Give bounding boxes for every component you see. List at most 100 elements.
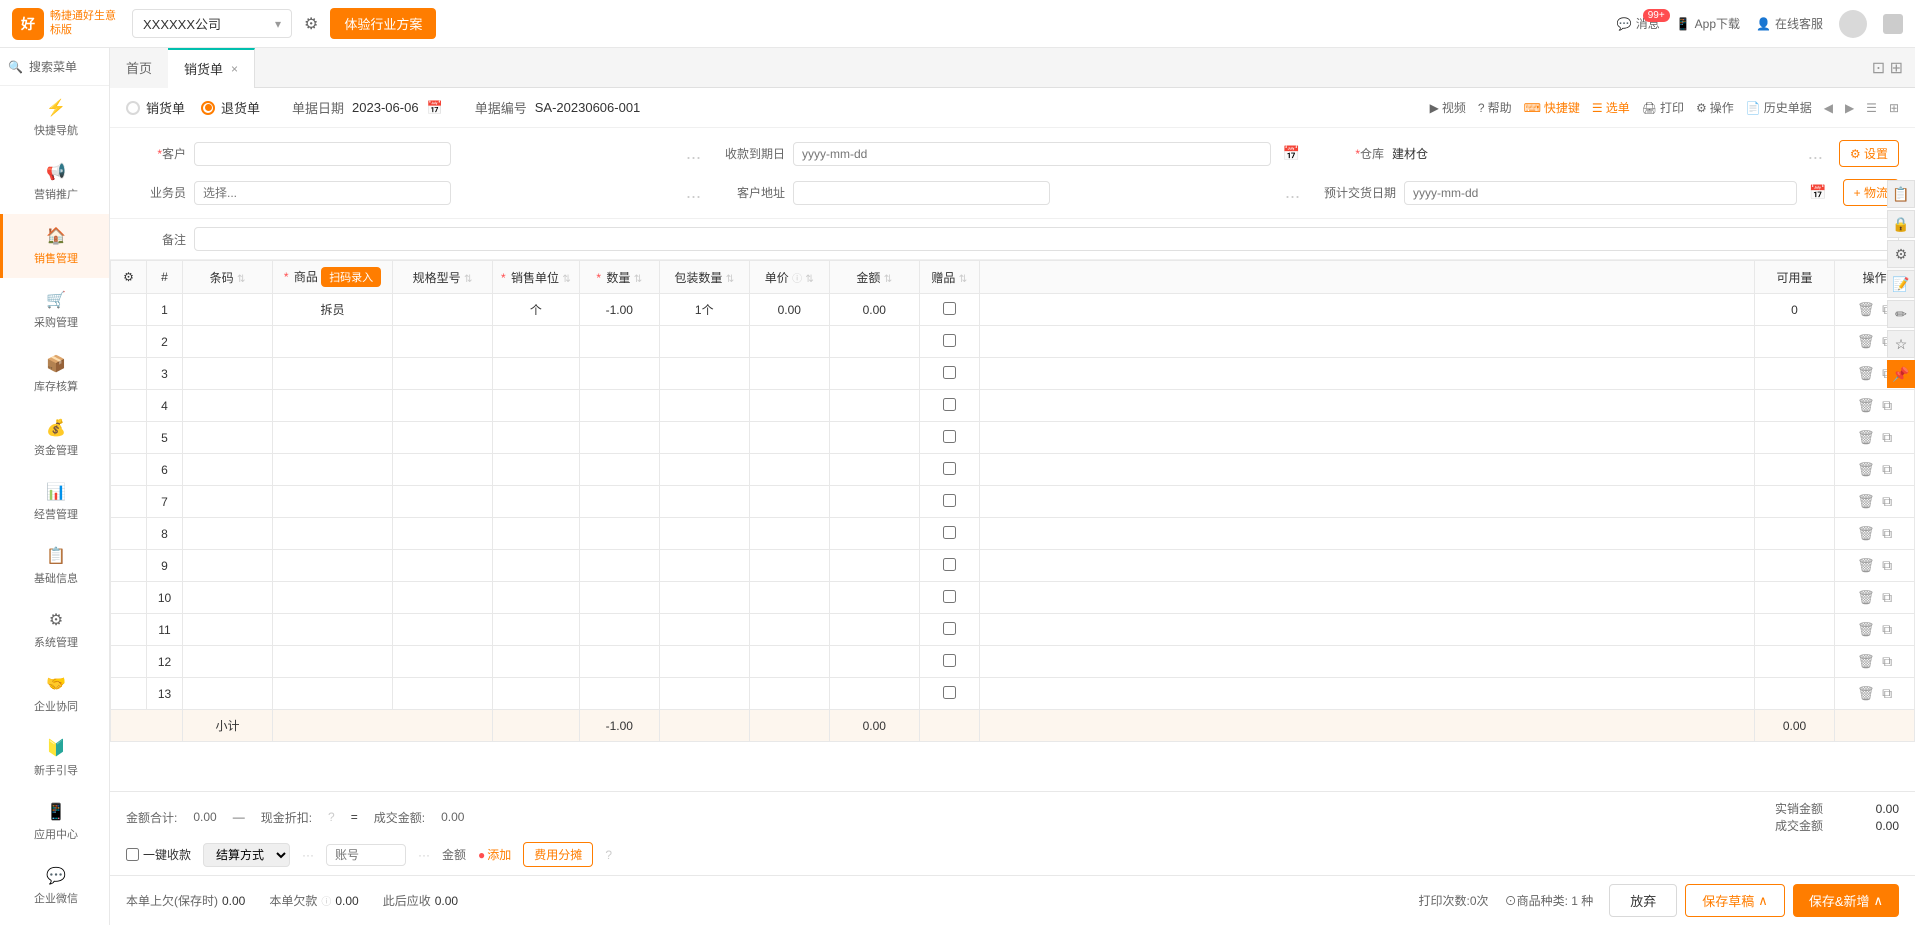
gift-checkbox-5[interactable] — [943, 462, 956, 475]
delete-btn-11[interactable]: 🗑 — [1855, 651, 1877, 672]
sidebar-item-app-center[interactable]: 📱 应用中心 — [0, 790, 109, 854]
delete-btn-7[interactable]: 🗑 — [1855, 523, 1877, 544]
float-tool-2[interactable]: 🔒 — [1887, 210, 1915, 238]
notes-input[interactable] — [194, 227, 1899, 251]
gift-checkbox-4[interactable] — [943, 430, 956, 443]
delete-btn-8[interactable]: 🗑 — [1855, 555, 1877, 576]
delete-btn-5[interactable]: 🗑 — [1855, 459, 1877, 480]
calendar-icon[interactable]: 📅 — [427, 100, 443, 116]
discard-button[interactable]: 放弃 — [1609, 884, 1677, 917]
th-settings[interactable]: ⚙ — [111, 261, 147, 294]
account-input[interactable] — [326, 844, 406, 866]
gift-checkbox-9[interactable] — [943, 590, 956, 603]
cell-barcode-7[interactable] — [183, 518, 273, 550]
delete-btn-0[interactable]: 🗑 — [1855, 299, 1877, 320]
cell-gift-10[interactable] — [919, 614, 979, 646]
calendar-payment-icon[interactable]: 📅 — [1283, 145, 1300, 162]
list-view-icon[interactable]: ☰ — [1866, 101, 1877, 115]
radio-return-order[interactable]: 退货单 — [201, 98, 260, 117]
float-tool-5[interactable]: ✏ — [1887, 300, 1915, 328]
settings-icon[interactable]: ⚙ — [304, 14, 318, 34]
sidebar-item-finance[interactable]: 💰 资金管理 — [0, 406, 109, 470]
tab-home[interactable]: 首页 — [110, 48, 168, 88]
message-button[interactable]: 💬 消息 99+ — [1617, 15, 1660, 32]
cell-gift-8[interactable] — [919, 550, 979, 582]
save-new-button[interactable]: 保存&新增 ∧ — [1793, 884, 1899, 917]
settlement-select[interactable]: 结算方式 — [203, 843, 290, 867]
tab-sales-order[interactable]: 销货单 × — [168, 48, 255, 88]
cell-gift-2[interactable] — [919, 358, 979, 390]
float-tool-7[interactable]: 📌 — [1887, 360, 1915, 388]
delete-btn-4[interactable]: 🗑 — [1855, 427, 1877, 448]
gift-checkbox-1[interactable] — [943, 334, 956, 347]
cell-gift-9[interactable] — [919, 582, 979, 614]
gift-checkbox-12[interactable] — [943, 686, 956, 699]
cell-barcode-3[interactable] — [183, 390, 273, 422]
delete-btn-10[interactable]: 🗑 — [1855, 619, 1877, 640]
history-btn[interactable]: 📄 历史单据 — [1746, 99, 1812, 116]
sidebar-search[interactable]: 🔍 搜索菜单 — [0, 48, 109, 86]
one-click-payment[interactable]: 一键收款 — [126, 846, 191, 863]
cell-barcode-5[interactable] — [183, 454, 273, 486]
cell-gift-7[interactable] — [919, 518, 979, 550]
save-draft-button[interactable]: 保存草稿 ∧ — [1685, 884, 1785, 917]
gift-checkbox-0[interactable] — [943, 302, 956, 315]
cell-barcode-12[interactable] — [183, 678, 273, 710]
cell-barcode-2[interactable] — [183, 358, 273, 390]
add-payment-button[interactable]: ● 添加 — [478, 846, 511, 863]
cell-barcode-6[interactable] — [183, 486, 273, 518]
cell-barcode-8[interactable] — [183, 550, 273, 582]
radio-sales-order[interactable]: 销货单 — [126, 98, 185, 117]
calendar-expected-icon[interactable]: 📅 — [1809, 184, 1826, 201]
gift-checkbox-7[interactable] — [943, 526, 956, 539]
copy-btn-11[interactable]: ⧉ — [1880, 651, 1894, 672]
sidebar-item-inventory[interactable]: 📦 库存核算 — [0, 342, 109, 406]
cell-gift-5[interactable] — [919, 454, 979, 486]
gift-checkbox-8[interactable] — [943, 558, 956, 571]
customer-input[interactable] — [194, 142, 451, 166]
delete-btn-6[interactable]: 🗑 — [1855, 491, 1877, 512]
copy-btn-10[interactable]: ⧉ — [1880, 619, 1894, 640]
delete-btn-12[interactable]: 🗑 — [1855, 683, 1877, 704]
gift-checkbox-11[interactable] — [943, 654, 956, 667]
online-service-button[interactable]: 👤 在线客服 — [1756, 15, 1823, 32]
nav-right-icon[interactable]: ▶ — [1845, 101, 1854, 115]
product-kinds[interactable]: ⊙商品种类: 1 种 — [1505, 892, 1594, 909]
tab-bar-actions[interactable]: ⊡ ⊞ — [1872, 58, 1915, 78]
print-btn[interactable]: 🖨 打印 — [1642, 99, 1684, 116]
cell-gift-0[interactable] — [919, 294, 979, 326]
sidebar-item-sales-mgmt[interactable]: 🏠 销售管理 — [0, 214, 109, 278]
gift-checkbox-3[interactable] — [943, 398, 956, 411]
trial-button[interactable]: 体验行业方案 — [330, 8, 436, 39]
sidebar-item-enterprise[interactable]: 🤝 企业协同 — [0, 662, 109, 726]
delete-btn-1[interactable]: 🗑 — [1855, 331, 1877, 352]
select-btn[interactable]: ☰ 选单 — [1592, 99, 1630, 116]
help-btn[interactable]: ? 帮助 — [1478, 99, 1512, 116]
sidebar-item-base-info[interactable]: 📋 基础信息 — [0, 534, 109, 598]
copy-btn-5[interactable]: ⧉ — [1880, 459, 1894, 480]
cell-barcode-9[interactable] — [183, 582, 273, 614]
copy-btn-12[interactable]: ⧉ — [1880, 683, 1894, 704]
nav-left-icon[interactable]: ◀ — [1824, 101, 1833, 115]
sidebar-item-operations[interactable]: 📊 经营管理 — [0, 470, 109, 534]
cell-barcode-1[interactable] — [183, 326, 273, 358]
fee-split-button[interactable]: 费用分摊 — [523, 842, 593, 867]
sidebar-item-guide[interactable]: 🔰 新手引导 — [0, 726, 109, 790]
gift-checkbox-2[interactable] — [943, 366, 956, 379]
copy-btn-4[interactable]: ⧉ — [1880, 427, 1894, 448]
copy-btn-7[interactable]: ⧉ — [1880, 523, 1894, 544]
delete-btn-2[interactable]: 🗑 — [1855, 363, 1877, 384]
customer-dots[interactable]: ... — [463, 143, 702, 164]
cell-barcode-4[interactable] — [183, 422, 273, 454]
operation-btn[interactable]: ⚙ 操作 — [1696, 99, 1734, 116]
cell-barcode-0[interactable] — [183, 294, 273, 326]
float-tool-4[interactable]: 📝 — [1887, 270, 1915, 298]
delete-btn-9[interactable]: 🗑 — [1855, 587, 1877, 608]
setting-button[interactable]: ⚙ 设置 — [1839, 140, 1899, 167]
sidebar-item-wechat[interactable]: 💬 企业微信 — [0, 854, 109, 918]
float-tool-6[interactable]: ☆ — [1887, 330, 1915, 358]
avatar[interactable] — [1839, 10, 1867, 38]
grid-view-icon[interactable]: ⊞ — [1889, 101, 1899, 115]
float-tool-3[interactable]: ⚙ — [1887, 240, 1915, 268]
sidebar-item-sys-mgmt[interactable]: ⚙ 系统管理 — [0, 598, 109, 662]
